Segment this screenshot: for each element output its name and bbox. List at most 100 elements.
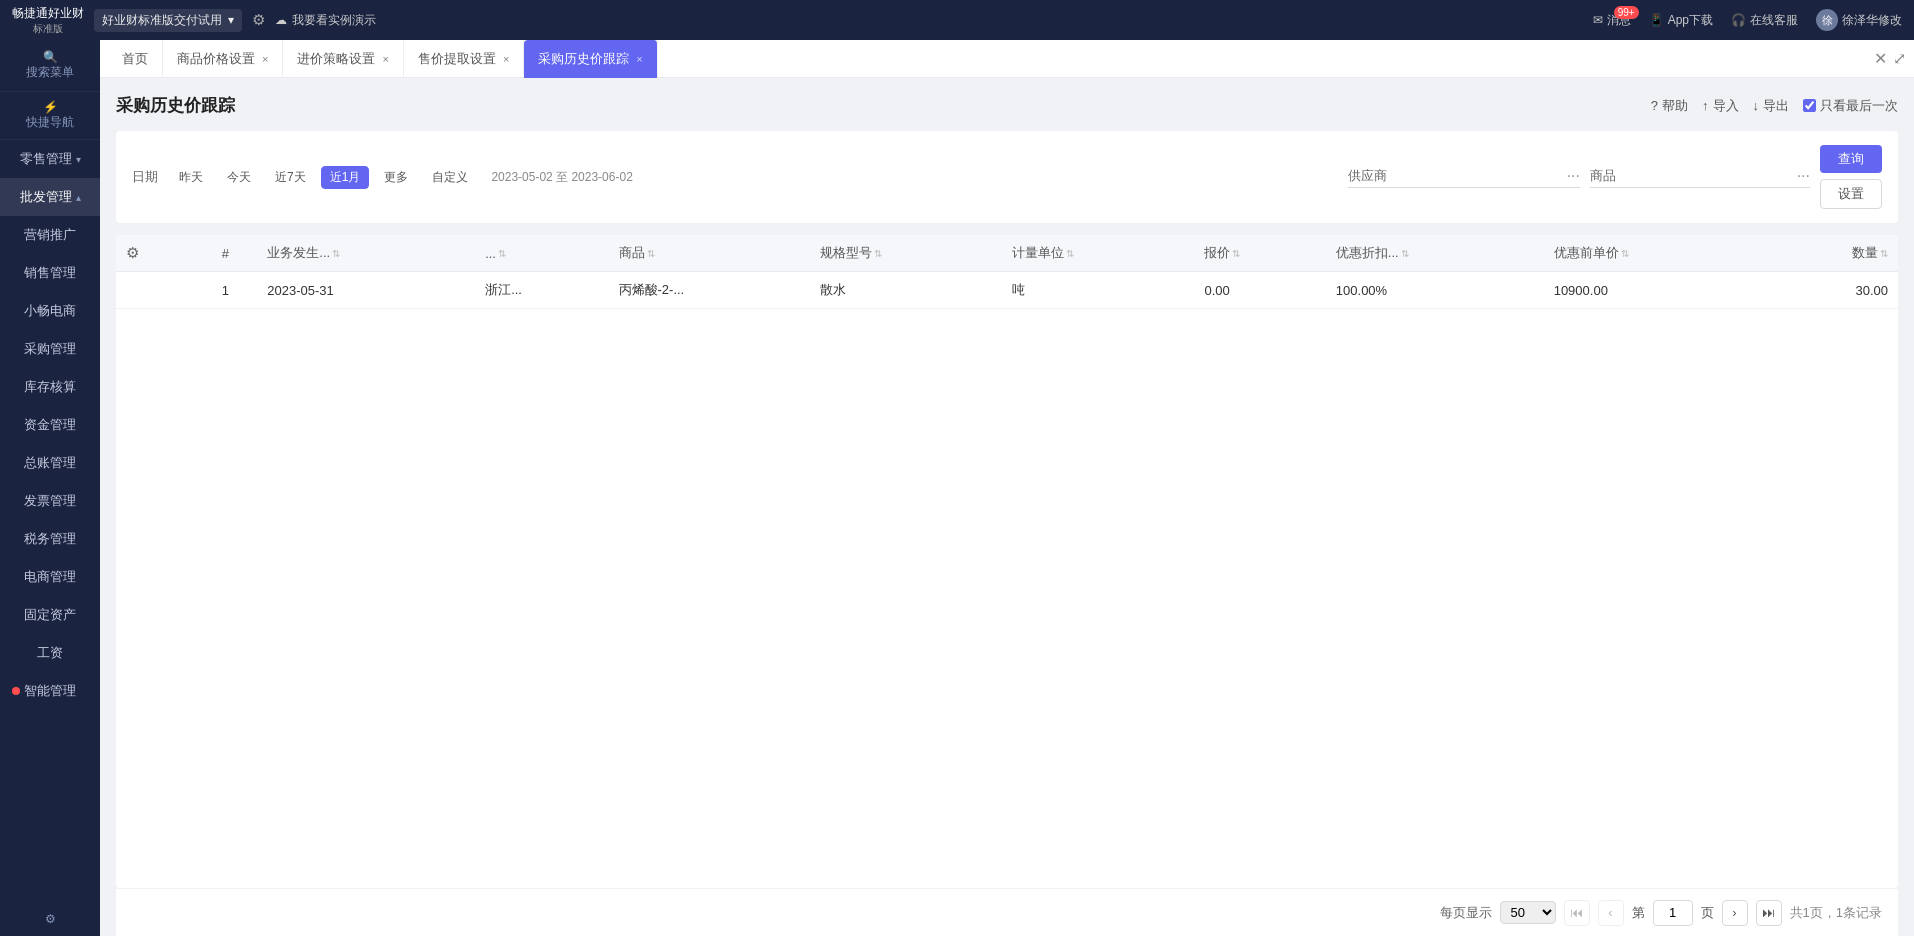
column-settings-icon[interactable]: ⚙ <box>126 244 139 261</box>
sort-icon9: ⇅ <box>1880 248 1888 259</box>
supplier-input[interactable] <box>1393 168 1561 183</box>
tab-history-price-close[interactable]: × <box>636 53 642 65</box>
main-layout: 🔍 搜索菜单 ⚡ 快捷导航 零售管理 ▾ 批发管理 ▴ 营销推广 销售管理 小畅… <box>0 40 1914 936</box>
settings-icon[interactable]: ⚙ <box>252 11 265 29</box>
date-btn-last7[interactable]: 近7天 <box>266 166 315 189</box>
online-service-button[interactable]: 🎧 在线客服 <box>1731 12 1798 29</box>
sidebar-search[interactable]: 🔍 搜索菜单 <box>0 40 100 92</box>
sidebar-item-finance[interactable]: 资金管理 <box>0 406 100 444</box>
message-button[interactable]: ✉ 消息 99+ <box>1593 12 1631 29</box>
page-label: 第 <box>1632 904 1645 922</box>
date-btn-more[interactable]: 更多 <box>375 166 417 189</box>
sort-extra[interactable]: ...⇅ <box>485 246 506 261</box>
import-button[interactable]: ↑ 导入 <box>1702 97 1739 115</box>
settings-button[interactable]: 设置 <box>1820 179 1882 209</box>
th-pre-disc-price-label: 优惠前单价 <box>1554 244 1619 262</box>
tab-purchase-strategy[interactable]: 进价策略设置 × <box>283 40 403 78</box>
prev-page-button[interactable]: ‹ <box>1598 900 1624 926</box>
supplier-filter[interactable]: 供应商 ··· <box>1348 167 1580 188</box>
th-product-label: 商品 <box>619 244 645 262</box>
page-input[interactable] <box>1653 900 1693 926</box>
product-filter[interactable]: 商品 ··· <box>1590 167 1810 188</box>
sort-icon8: ⇅ <box>1621 248 1629 259</box>
product-input[interactable] <box>1622 168 1791 183</box>
sidebar-item-invoice[interactable]: 发票管理 <box>0 482 100 520</box>
sidebar-item-general-ledger[interactable]: 总账管理 <box>0 444 100 482</box>
next-page-button[interactable]: › <box>1722 900 1748 926</box>
last-page-button[interactable]: ⏭ <box>1756 900 1782 926</box>
cell-quote: 0.00 <box>1194 272 1325 309</box>
sidebar-item-payroll[interactable]: 工资 <box>0 634 100 672</box>
sidebar-item-tax[interactable]: 税务管理 <box>0 520 100 558</box>
sort-discount[interactable]: 优惠折扣...⇅ <box>1336 244 1409 262</box>
sort-pre-disc-price[interactable]: 优惠前单价⇅ <box>1554 244 1629 262</box>
user-menu-button[interactable]: 徐 徐泽华修改 <box>1816 9 1902 31</box>
table-container: ⚙ # 业务发生...⇅ ...⇅ 商品⇅ 规格型号⇅ 计量单位⇅ 报价⇅ 优惠… <box>116 235 1898 888</box>
tab-home[interactable]: 首页 <box>108 40 163 78</box>
avatar: 徐 <box>1816 9 1838 31</box>
sidebar-item-retail[interactable]: 零售管理 ▾ <box>0 140 100 178</box>
import-label: 导入 <box>1713 97 1739 115</box>
supplier-more-icon[interactable]: ··· <box>1567 167 1580 185</box>
version-select[interactable]: 好业财标准版交付试用 ▾ <box>94 9 242 32</box>
cell-discount: 100.00% <box>1326 272 1544 309</box>
sidebar-item-sales[interactable]: 销售管理 <box>0 254 100 292</box>
sort-spec[interactable]: 规格型号⇅ <box>820 244 882 262</box>
cell-extra: 浙江... <box>475 272 608 309</box>
tab-price[interactable]: 商品价格设置 × <box>163 40 283 78</box>
sidebar: 🔍 搜索菜单 ⚡ 快捷导航 零售管理 ▾ 批发管理 ▴ 营销推广 销售管理 小畅… <box>0 40 100 936</box>
tab-purchase-strategy-close[interactable]: × <box>382 53 388 65</box>
headset-icon: 🎧 <box>1731 13 1746 27</box>
export-button[interactable]: ↓ 导出 <box>1753 97 1790 115</box>
date-btn-last1m[interactable]: 近1月 <box>321 166 370 189</box>
chevron-up-icon: ▴ <box>76 192 81 203</box>
sidebar-item-purchase[interactable]: 采购管理 <box>0 330 100 368</box>
product-more-icon[interactable]: ··· <box>1797 167 1810 185</box>
sidebar-item-smart[interactable]: 智能管理 <box>0 672 100 710</box>
sidebar-item-ecommerce-small[interactable]: 小畅电商 <box>0 292 100 330</box>
cell-unit: 吨 <box>1002 272 1194 309</box>
date-btn-today[interactable]: 今天 <box>218 166 260 189</box>
th-unit: 计量单位⇅ <box>1002 235 1194 272</box>
sidebar-item-ecommerce[interactable]: 电商管理 <box>0 558 100 596</box>
tabbar-close-button[interactable]: ✕ <box>1874 49 1887 68</box>
sort-icon3: ⇅ <box>647 248 655 259</box>
query-button[interactable]: 查询 <box>1820 145 1882 173</box>
topbar: 畅捷通好业财 标准版 好业财标准版交付试用 ▾ ⚙ ☁ 我要看实例演示 ✉ 消息… <box>0 0 1914 40</box>
demo-link[interactable]: ☁ 我要看实例演示 <box>275 12 376 29</box>
tab-history-price[interactable]: 采购历史价跟踪 × <box>524 40 657 78</box>
tab-price-close[interactable]: × <box>262 53 268 65</box>
th-extra-label: ... <box>485 246 496 261</box>
sidebar-settings-button[interactable]: ⚙ <box>0 902 100 936</box>
sort-icon: ⇅ <box>332 248 340 259</box>
only-last-checkbox-item[interactable]: 只看最后一次 <box>1803 97 1898 115</box>
sidebar-item-marketing[interactable]: 营销推广 <box>0 216 100 254</box>
sidebar-quick-nav[interactable]: ⚡ 快捷导航 <box>0 92 100 140</box>
app-download-button[interactable]: 📱 App下载 <box>1649 12 1713 29</box>
only-last-checkbox[interactable] <box>1803 99 1816 112</box>
sort-unit[interactable]: 计量单位⇅ <box>1012 244 1074 262</box>
cell-quantity: 30.00 <box>1767 272 1898 309</box>
date-btn-custom[interactable]: 自定义 <box>423 166 477 189</box>
date-btn-yesterday[interactable]: 昨天 <box>170 166 212 189</box>
th-pre-disc-price: 优惠前单价⇅ <box>1544 235 1767 272</box>
help-button[interactable]: ? 帮助 <box>1651 97 1688 115</box>
sidebar-item-inventory[interactable]: 库存核算 <box>0 368 100 406</box>
page-actions: ? 帮助 ↑ 导入 ↓ 导出 只看最后一次 <box>1651 97 1898 115</box>
sort-quote[interactable]: 报价⇅ <box>1204 244 1240 262</box>
sidebar-item-fixed-assets[interactable]: 固定资产 <box>0 596 100 634</box>
tab-sale-strategy[interactable]: 售价提取设置 × <box>404 40 524 78</box>
sort-biz-date[interactable]: 业务发生...⇅ <box>267 244 340 262</box>
tabbar-expand-button[interactable]: ⤢ <box>1893 49 1906 68</box>
filter-row: 日期 昨天 今天 近7天 近1月 更多 自定义 2023-05-02 至 202… <box>132 145 1882 209</box>
sort-product[interactable]: 商品⇅ <box>619 244 655 262</box>
tab-sale-strategy-close[interactable]: × <box>503 53 509 65</box>
per-page-select[interactable]: 50 20 100 200 <box>1500 901 1556 924</box>
sort-quantity[interactable]: 数量⇅ <box>1852 244 1888 262</box>
th-quote: 报价⇅ <box>1194 235 1325 272</box>
sidebar-item-wholesale[interactable]: 批发管理 ▴ <box>0 178 100 216</box>
notification-dot <box>12 687 20 695</box>
supplier-filter-label: 供应商 <box>1348 167 1387 185</box>
sidebar-item-general-ledger-label: 总账管理 <box>24 454 76 472</box>
first-page-button[interactable]: ⏮ <box>1564 900 1590 926</box>
